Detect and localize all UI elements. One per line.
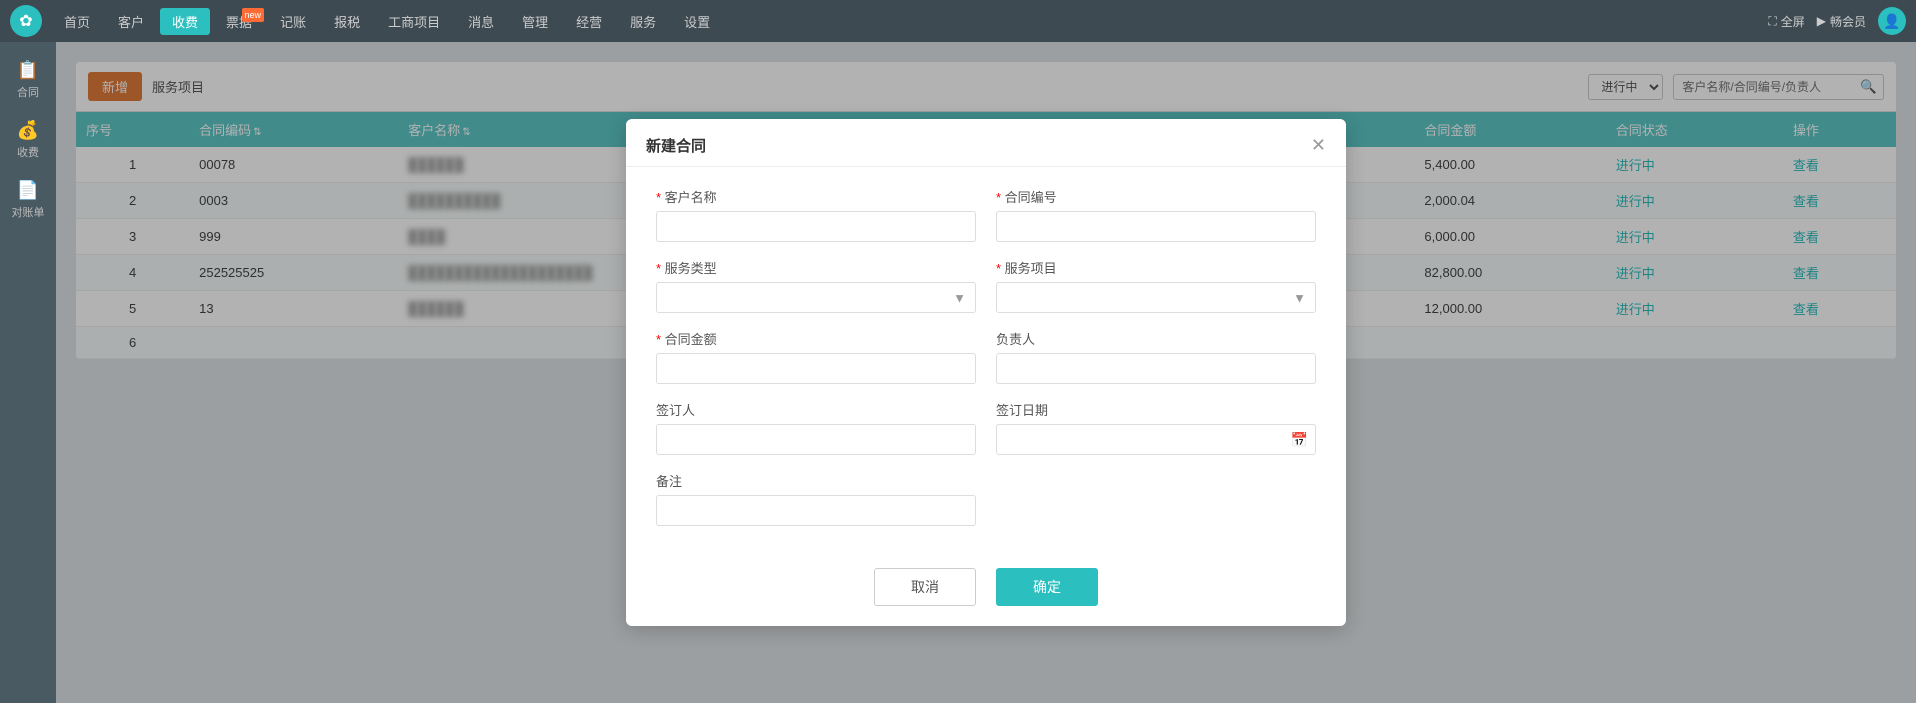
form-group-remark: 备注: [656, 471, 976, 526]
form-row-1: 客户名称 合同编号: [656, 187, 1316, 242]
app-logo: ✿: [10, 5, 42, 37]
signatory-input[interactable]: [656, 424, 976, 455]
sidebar-item-contract[interactable]: 📋 合同: [3, 52, 53, 108]
service-type-label: 服务类型: [656, 258, 976, 277]
sidebar-item-billing-label: 收费: [17, 144, 39, 160]
form-group-responsible: 负责人: [996, 329, 1316, 384]
modal-overlay[interactable]: 新建合同 ✕ 客户名称 合同编号: [56, 42, 1916, 703]
sidebar-item-contract-label: 合同: [17, 84, 39, 100]
new-badge: new: [242, 8, 265, 22]
signatory-label: 签订人: [656, 400, 976, 419]
nav-ticket[interactable]: 票据 new: [214, 8, 264, 35]
billing-icon: 💰: [17, 120, 39, 141]
form-row-3: 合同金额 0.00 负责人: [656, 329, 1316, 384]
service-item-field-label: 服务项目: [996, 258, 1316, 277]
cancel-button[interactable]: 取消: [874, 568, 976, 606]
form-group-customer: 客户名称: [656, 187, 976, 242]
amount-label: 合同金额: [656, 329, 976, 348]
main-layout: 📋 合同 💰 收费 📄 对账单 新增 服务项目 进行中 已完成 已终止: [0, 42, 1916, 703]
sign-date-label: 签订日期: [996, 400, 1316, 419]
sidebar-item-reconcile[interactable]: 📄 对账单: [3, 172, 53, 228]
contract-no-label: 合同编号: [996, 187, 1316, 206]
nav-message[interactable]: 消息: [456, 8, 506, 35]
sidebar: 📋 合同 💰 收费 📄 对账单: [0, 42, 56, 703]
nav-settings[interactable]: 设置: [672, 8, 722, 35]
responsible-label: 负责人: [996, 329, 1316, 348]
form-group-sign-date: 签订日期 2023-06-06 📅: [996, 400, 1316, 455]
form-group-signatory: 签订人: [656, 400, 976, 455]
fullscreen-button[interactable]: ⛶ 全屏: [1768, 13, 1804, 30]
form-group-amount: 合同金额 0.00: [656, 329, 976, 384]
service-type-select[interactable]: [656, 282, 976, 313]
sidebar-item-reconcile-label: 对账单: [12, 204, 45, 220]
nav-manage[interactable]: 管理: [510, 8, 560, 35]
customer-name-label: 客户名称: [656, 187, 976, 206]
nav-customer[interactable]: 客户: [106, 8, 156, 35]
contract-icon: 📋: [17, 60, 39, 81]
remark-label: 备注: [656, 471, 976, 490]
content-area: 新增 服务项目 进行中 已完成 已终止 🔍 序号 合同编码⇅: [56, 42, 1916, 703]
contract-no-input[interactable]: [996, 211, 1316, 242]
modal-body: 客户名称 合同编号 服务类型: [626, 167, 1346, 552]
sign-date-input[interactable]: 2023-06-06: [996, 424, 1316, 455]
nav-business[interactable]: 工商项目: [376, 8, 452, 35]
member-icon: ▶: [1817, 14, 1826, 28]
form-row-4: 签订人 签订日期 2023-06-06 📅: [656, 400, 1316, 455]
nav-accounting[interactable]: 记账: [268, 8, 318, 35]
sign-date-wrapper: 2023-06-06 📅: [996, 424, 1316, 455]
nav-service[interactable]: 服务: [618, 8, 668, 35]
modal-title: 新建合同: [646, 135, 706, 156]
reconcile-icon: 📄: [17, 180, 39, 201]
modal-footer: 取消 确定: [626, 552, 1346, 626]
member-button[interactable]: ▶ 畅会员: [1817, 13, 1866, 30]
form-row-5: 备注: [656, 471, 1316, 526]
form-row-2: 服务类型 ▼ 服务项目 ▼: [656, 258, 1316, 313]
new-contract-modal: 新建合同 ✕ 客户名称 合同编号: [626, 119, 1346, 626]
modal-header: 新建合同 ✕: [626, 119, 1346, 167]
service-item-select-wrapper: ▼: [996, 282, 1316, 313]
nav-items: 首页 客户 收费 票据 new 记账 报税 工商项目 消息 管理 经营 服务 设…: [52, 8, 1768, 35]
top-nav: ✿ 首页 客户 收费 票据 new 记账 报税 工商项目 消息 管理 经营 服务…: [0, 0, 1916, 42]
responsible-input[interactable]: [996, 353, 1316, 384]
fullscreen-icon: ⛶: [1768, 14, 1776, 29]
remark-input[interactable]: [656, 495, 976, 526]
nav-right: ⛶ 全屏 ▶ 畅会员 👤: [1768, 7, 1906, 35]
avatar[interactable]: 👤: [1878, 7, 1906, 35]
nav-invoice[interactable]: 收费: [160, 8, 210, 35]
form-group-contract-no: 合同编号: [996, 187, 1316, 242]
nav-operation[interactable]: 经营: [564, 8, 614, 35]
customer-name-input[interactable]: [656, 211, 976, 242]
form-group-service-item: 服务项目 ▼: [996, 258, 1316, 313]
nav-home[interactable]: 首页: [52, 8, 102, 35]
amount-input[interactable]: 0.00: [656, 353, 976, 384]
sidebar-item-billing[interactable]: 💰 收费: [3, 112, 53, 168]
confirm-button[interactable]: 确定: [996, 568, 1098, 606]
service-item-select[interactable]: [996, 282, 1316, 313]
nav-tax[interactable]: 报税: [322, 8, 372, 35]
service-type-select-wrapper: ▼: [656, 282, 976, 313]
form-group-service-type: 服务类型 ▼: [656, 258, 976, 313]
modal-close-button[interactable]: ✕: [1311, 135, 1326, 156]
